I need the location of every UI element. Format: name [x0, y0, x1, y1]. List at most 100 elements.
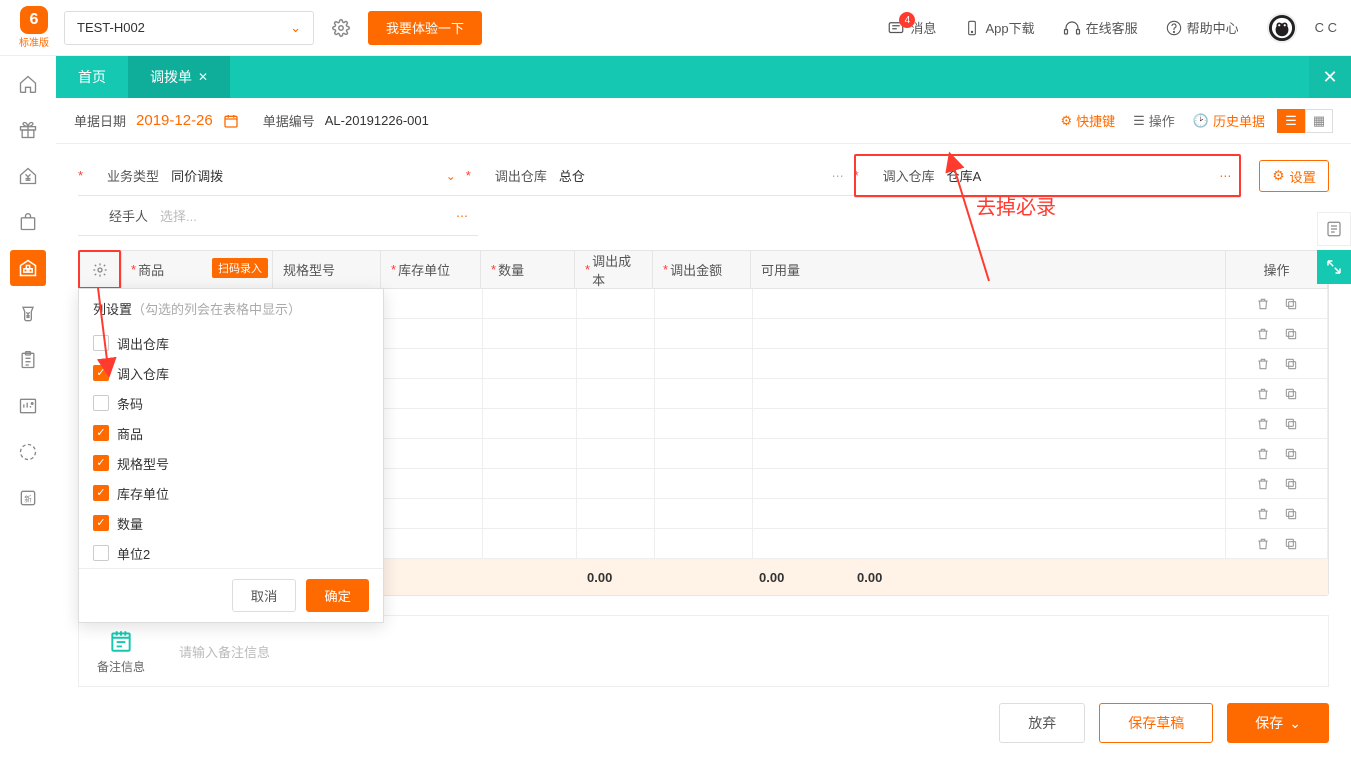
checkbox-icon[interactable] [93, 425, 109, 441]
copy-icon[interactable] [1284, 357, 1298, 371]
copy-icon[interactable] [1284, 417, 1298, 431]
copy-icon[interactable] [1284, 447, 1298, 461]
messages-link[interactable]: 消息 4 [887, 18, 936, 37]
delete-icon[interactable] [1256, 417, 1270, 431]
checkbox-icon[interactable] [93, 545, 109, 561]
side-expand-icon[interactable] [1317, 250, 1351, 284]
scan-input-badge[interactable]: 扫码录入 [212, 258, 268, 278]
copy-icon[interactable] [1284, 387, 1298, 401]
doc-date-value[interactable]: 2019-12-26 [136, 112, 213, 129]
view-grid-icon[interactable]: ▦ [1305, 109, 1333, 133]
th-operations: 操作 [1226, 251, 1328, 288]
footer-qty: 0.00 [577, 559, 671, 595]
column-option[interactable]: 数量 [93, 508, 369, 538]
help-center-label: 帮助中心 [1187, 18, 1239, 37]
popover-confirm-button[interactable]: 确定 [306, 579, 369, 612]
save-button[interactable]: 保存⌄ [1227, 703, 1329, 743]
history-icon: 🕑 [1193, 113, 1209, 129]
ellipsis-icon: ⋯ [1219, 169, 1231, 183]
checkbox-icon[interactable] [93, 455, 109, 471]
column-option[interactable]: 库存单位 [93, 478, 369, 508]
history-link[interactable]: 🕑历史单据 [1187, 111, 1271, 130]
table-header-row: *商品扫码录入 规格型号 *库存单位 *数量 *调出成本 *调出金额 可用量 操… [79, 251, 1328, 289]
sidebar-price-icon[interactable] [10, 158, 46, 194]
checkbox-icon[interactable] [93, 335, 109, 351]
ellipsis-icon: ⋯ [832, 169, 844, 183]
delete-icon[interactable] [1256, 297, 1270, 311]
checkbox-icon[interactable] [93, 515, 109, 531]
delete-icon[interactable] [1256, 477, 1270, 491]
checkbox-icon[interactable] [93, 365, 109, 381]
delete-icon[interactable] [1256, 387, 1270, 401]
app-download-link[interactable]: App下载 [964, 18, 1034, 37]
form-settings-button[interactable]: ⚙设置 [1259, 160, 1329, 192]
sidebar-gift-icon[interactable] [10, 112, 46, 148]
header-bar: 标准版 TEST-H002 ⌄ 我要体验一下 消息 4 App下载 [0, 0, 1351, 56]
copy-icon[interactable] [1284, 297, 1298, 311]
delete-icon[interactable] [1256, 357, 1270, 371]
sidebar-money-icon[interactable] [10, 296, 46, 332]
sidebar-report-icon[interactable] [10, 388, 46, 424]
header-settings-icon[interactable] [324, 11, 358, 45]
operate-link[interactable]: ☰操作 [1127, 111, 1181, 130]
avatar[interactable] [1267, 13, 1297, 43]
logo-badge-text: 标准版 [19, 34, 49, 49]
close-icon[interactable]: ✕ [198, 70, 208, 84]
document-bar: 单据日期 2019-12-26 单据编号 AL-20191226-001 ⚙快捷… [56, 98, 1351, 144]
logo: 标准版 [14, 6, 54, 49]
sidebar-clipboard-icon[interactable] [10, 342, 46, 378]
online-service-label: 在线客服 [1086, 18, 1138, 37]
copy-icon[interactable] [1284, 327, 1298, 341]
sidebar-loading-icon[interactable] [10, 434, 46, 470]
column-option[interactable]: 条码 [93, 388, 369, 418]
chevron-down-icon: ⌄ [1289, 715, 1301, 732]
help-center-link[interactable]: 帮助中心 [1166, 18, 1239, 37]
popover-title: 列设置（勾选的列会在表格中显示） [79, 289, 383, 328]
side-note-icon[interactable] [1317, 212, 1351, 246]
column-option-label: 条码 [117, 394, 143, 413]
column-option[interactable]: 规格型号 [93, 448, 369, 478]
environment-selector[interactable]: TEST-H002 ⌄ [64, 11, 314, 45]
sidebar-home-icon[interactable] [10, 66, 46, 102]
delete-icon[interactable] [1256, 507, 1270, 521]
tabbar-close-all[interactable]: ✕ [1309, 56, 1351, 98]
delete-icon[interactable] [1256, 537, 1270, 551]
tab-transfer-order[interactable]: 调拨单 ✕ [128, 56, 230, 98]
copy-icon[interactable] [1284, 507, 1298, 521]
discard-button[interactable]: 放弃 [999, 703, 1085, 743]
column-settings-popover: 列设置（勾选的列会在表格中显示） 调出仓库调入仓库条码商品规格型号库存单位数量单… [78, 288, 384, 623]
column-settings-button[interactable] [78, 250, 122, 289]
field-business-type[interactable]: *业务类型 同价调拨 ⌄ [78, 156, 466, 196]
column-option[interactable]: 商品 [93, 418, 369, 448]
column-option-label: 规格型号 [117, 454, 169, 473]
calendar-icon[interactable] [223, 113, 239, 129]
delete-icon[interactable] [1256, 447, 1270, 461]
copy-icon[interactable] [1284, 477, 1298, 491]
sidebar-new-icon[interactable]: 新 [10, 480, 46, 516]
notes-input[interactable]: 请输入备注信息 [163, 642, 1328, 661]
footer-buttons: 放弃 保存草稿 保存⌄ [56, 687, 1351, 759]
online-service-link[interactable]: 在线客服 [1063, 18, 1138, 37]
column-option[interactable]: 调出仓库 [93, 328, 369, 358]
sidebar-warehouse-icon[interactable] [10, 250, 46, 286]
view-list-icon[interactable]: ☰ [1277, 109, 1305, 133]
shortcut-link[interactable]: ⚙快捷键 [1054, 111, 1121, 130]
column-option[interactable]: 单位2 [93, 538, 369, 568]
checkbox-icon[interactable] [93, 395, 109, 411]
save-draft-button[interactable]: 保存草稿 [1099, 703, 1213, 743]
checkbox-icon[interactable] [93, 485, 109, 501]
sidebar-bag-icon[interactable] [10, 204, 46, 240]
column-option[interactable]: 调入仓库 [93, 358, 369, 388]
delete-icon[interactable] [1256, 327, 1270, 341]
field-out-warehouse[interactable]: *调出仓库 总仓 ⋯ [466, 156, 854, 196]
logo-icon [20, 6, 48, 34]
copy-icon[interactable] [1284, 537, 1298, 551]
tab-home[interactable]: 首页 [56, 56, 128, 98]
sidebar: 新 [0, 56, 56, 759]
view-toggle: ☰ ▦ [1277, 109, 1333, 133]
column-option-label: 库存单位 [117, 484, 169, 503]
column-option-label: 调入仓库 [117, 364, 169, 383]
field-handler[interactable]: 经手人 选择... ⋯ [78, 196, 478, 236]
try-experience-button[interactable]: 我要体验一下 [368, 11, 482, 45]
popover-cancel-button[interactable]: 取消 [232, 579, 297, 612]
